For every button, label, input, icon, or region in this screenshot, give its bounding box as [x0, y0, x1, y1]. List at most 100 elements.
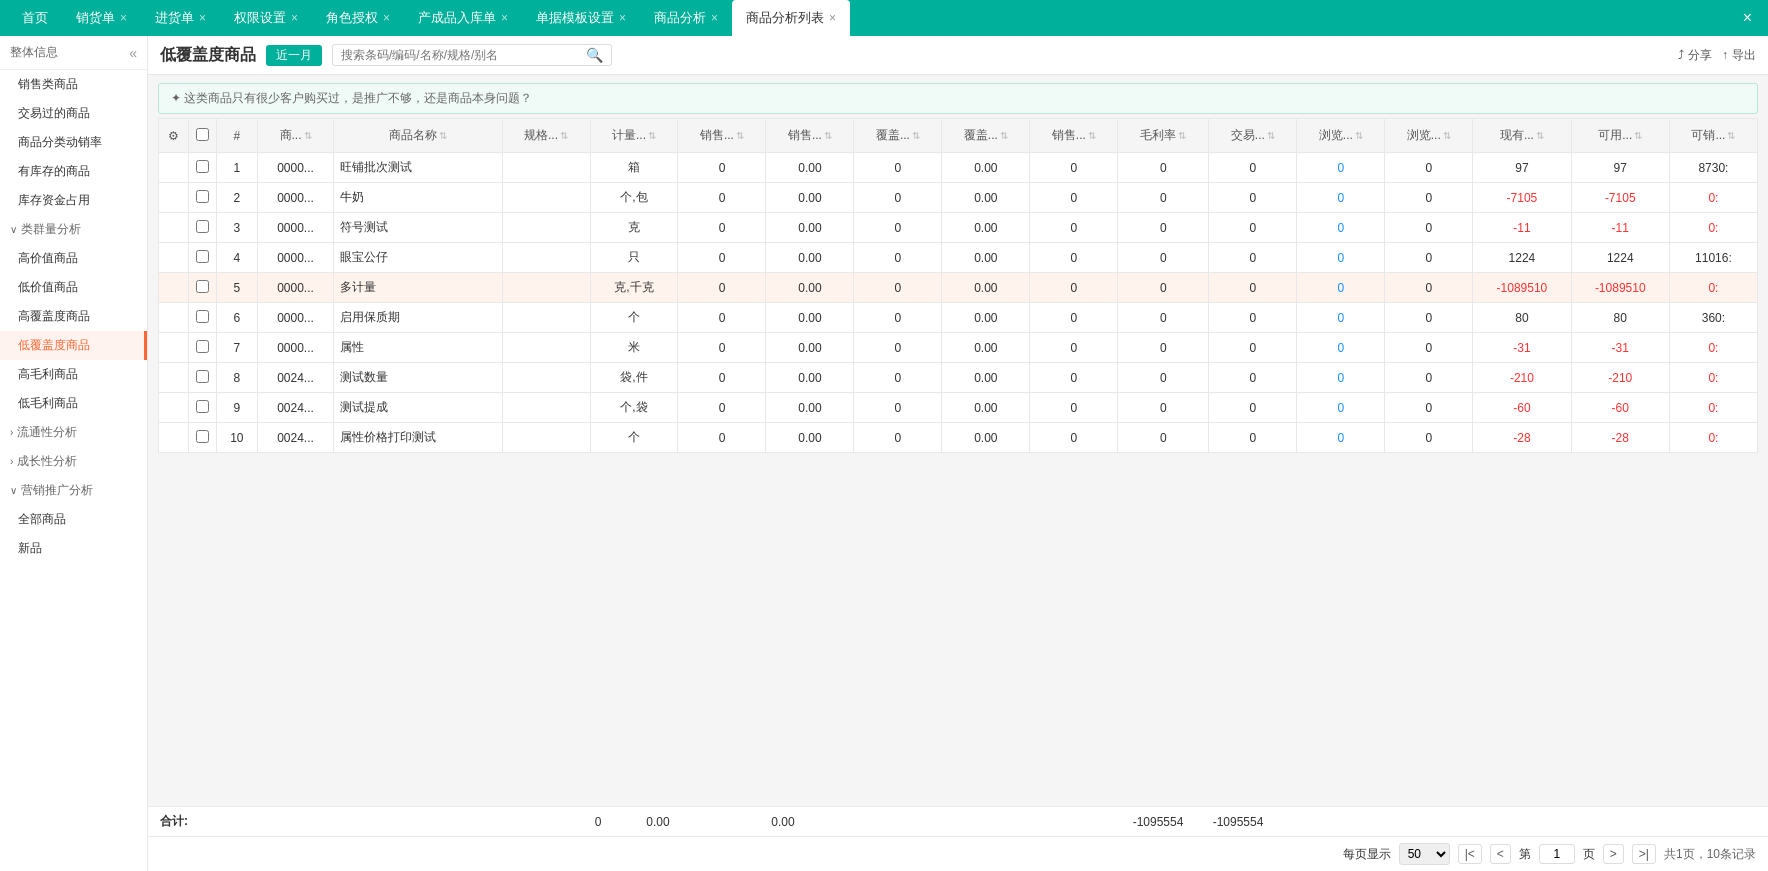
checkbox-cell[interactable] — [189, 423, 217, 453]
code-cell: 0000... — [257, 213, 334, 243]
tab-purchase-close[interactable]: × — [199, 11, 206, 25]
checkbox-cell[interactable] — [189, 393, 217, 423]
tab-product-analysis-list[interactable]: 商品分析列表 × — [732, 0, 850, 36]
tab-product-analysis-close[interactable]: × — [711, 11, 718, 25]
transaction-column-header[interactable]: 交易...⇅ — [1209, 119, 1297, 153]
sidebar-item-new-goods[interactable]: 新品 — [0, 534, 147, 563]
browse1-cell[interactable]: 0 — [1297, 153, 1385, 183]
sidebar-item-low-value[interactable]: 低价值商品 — [0, 273, 147, 302]
current-page-input[interactable] — [1539, 844, 1575, 864]
checkbox-cell[interactable] — [189, 243, 217, 273]
tab-template-close[interactable]: × — [619, 11, 626, 25]
sidebar-item-low-profit[interactable]: 低毛利商品 — [0, 389, 147, 418]
table-container[interactable]: ⚙ # 商...⇅ 商品名称⇅ 规格...⇅ 计量...⇅ 销售...⇅ 销售.… — [148, 118, 1768, 806]
row-checkbox[interactable] — [196, 310, 209, 323]
tab-purchase[interactable]: 进货单 × — [141, 0, 220, 36]
last-page-button[interactable]: >| — [1632, 844, 1656, 864]
tab-permissions-close[interactable]: × — [291, 11, 298, 25]
sidebar-item-high-profit[interactable]: 高毛利商品 — [0, 360, 147, 389]
sales-count-cell: 0 — [678, 363, 766, 393]
tab-product-entry[interactable]: 产成品入库单 × — [404, 0, 522, 36]
tab-home[interactable]: 首页 — [8, 0, 62, 36]
browse1-cell[interactable]: 0 — [1297, 423, 1385, 453]
sidebar-item-sales-goods[interactable]: 销售类商品 — [0, 70, 147, 99]
sidebar-item-inventory-capital[interactable]: 库存资金占用 — [0, 186, 147, 215]
sidebar-section-quantity-title[interactable]: ∨ 类群量分析 — [0, 215, 147, 244]
browse1-cell[interactable]: 0 — [1297, 303, 1385, 333]
tab-product-entry-close[interactable]: × — [501, 11, 508, 25]
sidebar-section-growth-title[interactable]: › 成长性分析 — [0, 447, 147, 476]
gross-margin-column-header[interactable]: 毛利率⇅ — [1118, 119, 1209, 153]
unit-column-header[interactable]: 计量...⇅ — [590, 119, 678, 153]
name-column-header[interactable]: 商品名称⇅ — [334, 119, 502, 153]
search-input[interactable] — [341, 48, 586, 62]
sidebar-item-traded-goods[interactable]: 交易过的商品 — [0, 99, 147, 128]
sidebar-collapse-button[interactable]: « — [129, 45, 137, 61]
checkbox-cell[interactable] — [189, 153, 217, 183]
spec-column-header[interactable]: 规格...⇅ — [502, 119, 590, 153]
checkbox-cell[interactable] — [189, 213, 217, 243]
sidebar-section-marketing-title[interactable]: ∨ 营销推广分析 — [0, 476, 147, 505]
browse1-cell[interactable]: 0 — [1297, 273, 1385, 303]
browse1-cell[interactable]: 0 — [1297, 183, 1385, 213]
browse1-cell[interactable]: 0 — [1297, 333, 1385, 363]
tab-role-auth-close[interactable]: × — [383, 11, 390, 25]
browse1-cell[interactable]: 0 — [1297, 393, 1385, 423]
browse2-column-header[interactable]: 浏览...⇅ — [1385, 119, 1473, 153]
sales-extra-column-header[interactable]: 销售...⇅ — [1030, 119, 1118, 153]
current-stock-column-header[interactable]: 现有...⇅ — [1473, 119, 1571, 153]
row-checkbox[interactable] — [196, 250, 209, 263]
sidebar-item-high-coverage[interactable]: 高覆盖度商品 — [0, 302, 147, 331]
time-filter-button[interactable]: 近一月 — [266, 45, 322, 66]
sidebar-item-low-coverage[interactable]: 低覆盖度商品 — [0, 331, 147, 360]
tab-role-auth[interactable]: 角色授权 × — [312, 0, 404, 36]
tab-template[interactable]: 单据模板设置 × — [522, 0, 640, 36]
checkbox-column-header[interactable] — [189, 119, 217, 153]
sidebar-section-flow-title[interactable]: › 流通性分析 — [0, 418, 147, 447]
page-size-select[interactable]: 50 100 200 — [1399, 843, 1450, 865]
checkbox-cell[interactable] — [189, 333, 217, 363]
share-button[interactable]: ⤴ 分享 — [1678, 47, 1712, 64]
code-column-header[interactable]: 商...⇅ — [257, 119, 334, 153]
row-checkbox[interactable] — [196, 340, 209, 353]
checkbox-cell[interactable] — [189, 303, 217, 333]
tab-permissions[interactable]: 权限设置 × — [220, 0, 312, 36]
sales-amount-column-header[interactable]: 销售...⇅ — [766, 119, 854, 153]
search-icon[interactable]: 🔍 — [586, 47, 603, 63]
checkbox-cell[interactable] — [189, 273, 217, 303]
select-all-checkbox[interactable] — [196, 128, 209, 141]
sidebar-item-inventory-goods[interactable]: 有库存的商品 — [0, 157, 147, 186]
tab-product-analysis-list-close[interactable]: × — [829, 11, 836, 25]
tab-product-analysis[interactable]: 商品分析 × — [640, 0, 732, 36]
saleable-column-header[interactable]: 可销...⇅ — [1669, 119, 1757, 153]
sidebar-item-high-value[interactable]: 高价值商品 — [0, 244, 147, 273]
row-checkbox[interactable] — [196, 190, 209, 203]
row-checkbox[interactable] — [196, 400, 209, 413]
first-page-button[interactable]: |< — [1458, 844, 1482, 864]
coverage2-column-header[interactable]: 覆盖...⇅ — [942, 119, 1030, 153]
browse1-column-header[interactable]: 浏览...⇅ — [1297, 119, 1385, 153]
row-checkbox[interactable] — [196, 430, 209, 443]
next-page-button[interactable]: > — [1603, 844, 1624, 864]
coverage1-column-header[interactable]: 覆盖...⇅ — [854, 119, 942, 153]
browse1-cell[interactable]: 0 — [1297, 363, 1385, 393]
row-checkbox[interactable] — [196, 370, 209, 383]
tab-sales[interactable]: 销货单 × — [62, 0, 141, 36]
row-checkbox[interactable] — [196, 160, 209, 173]
close-all-tabs-button[interactable]: × — [1735, 9, 1760, 27]
available-column-header[interactable]: 可用...⇅ — [1571, 119, 1669, 153]
row-checkbox[interactable] — [196, 220, 209, 233]
sales-count-column-header[interactable]: 销售...⇅ — [678, 119, 766, 153]
tab-sales-close[interactable]: × — [120, 11, 127, 25]
browse1-cell[interactable]: 0 — [1297, 213, 1385, 243]
sidebar-item-category-turnover[interactable]: 商品分类动销率 — [0, 128, 147, 157]
checkbox-cell[interactable] — [189, 183, 217, 213]
settings-column-header[interactable]: ⚙ — [159, 119, 189, 153]
checkbox-cell[interactable] — [189, 363, 217, 393]
settings-cell — [159, 303, 189, 333]
browse1-cell[interactable]: 0 — [1297, 243, 1385, 273]
prev-page-button[interactable]: < — [1490, 844, 1511, 864]
row-checkbox[interactable] — [196, 280, 209, 293]
export-button[interactable]: ↑ 导出 — [1722, 47, 1756, 64]
sidebar-item-all-goods[interactable]: 全部商品 — [0, 505, 147, 534]
